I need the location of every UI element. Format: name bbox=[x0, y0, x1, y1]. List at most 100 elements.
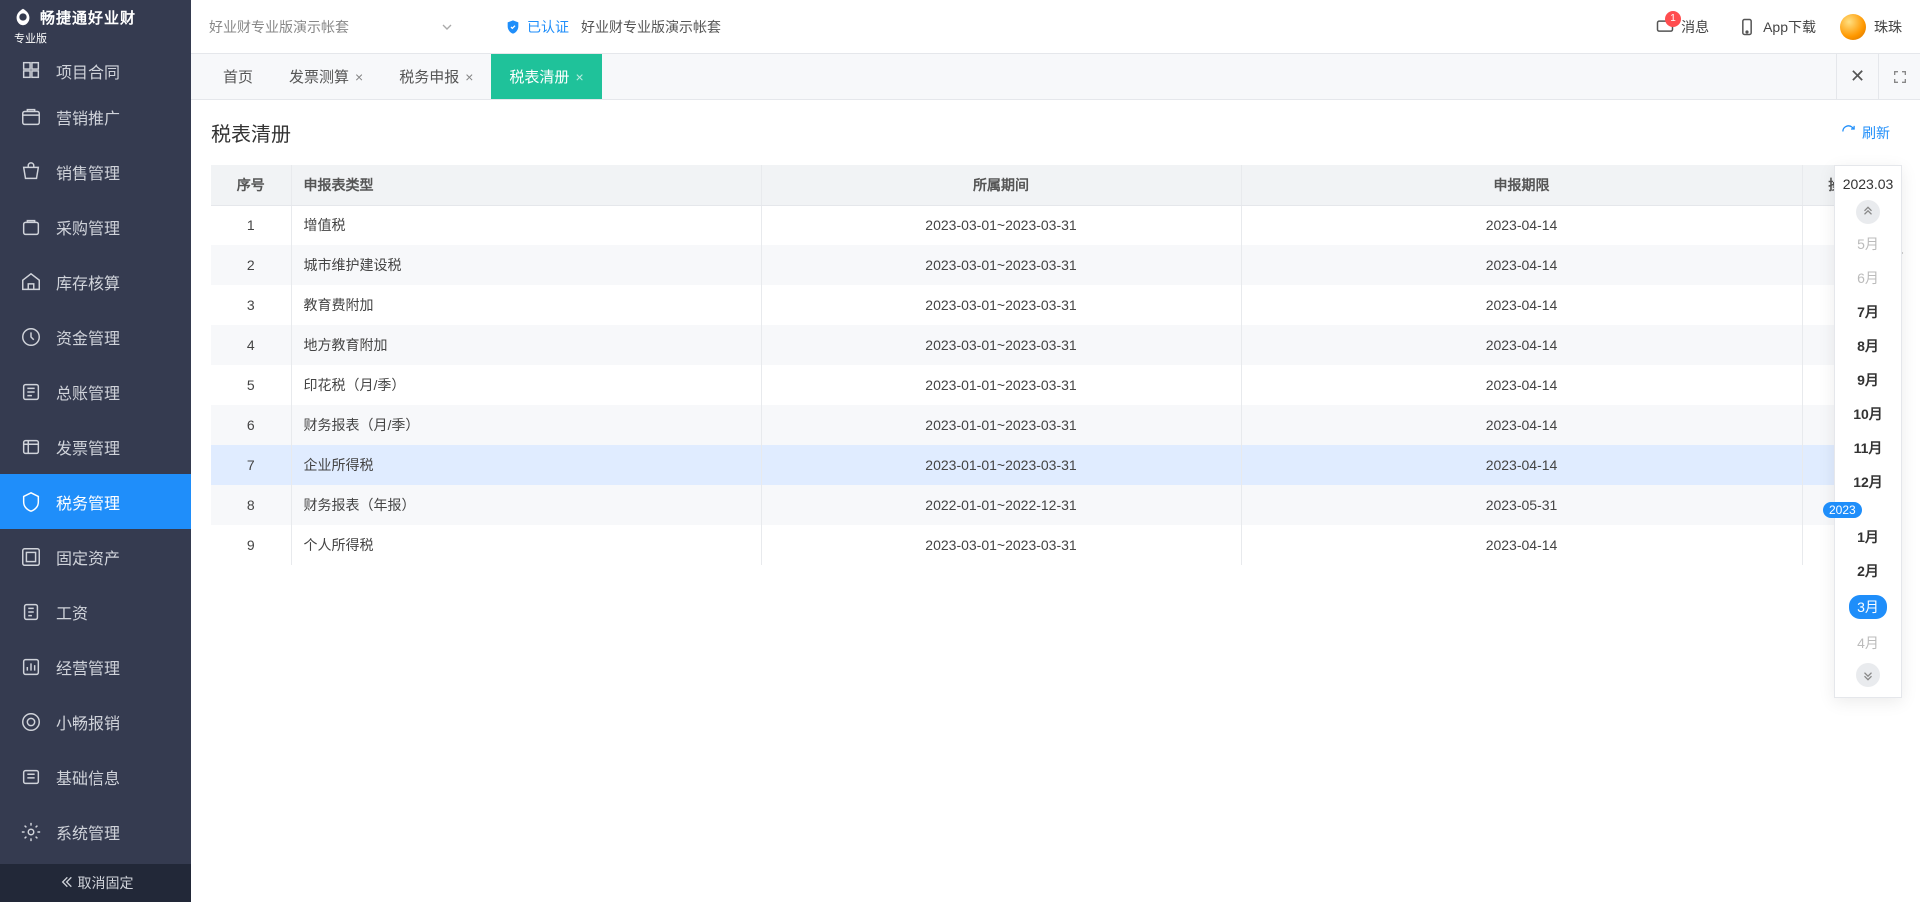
sidebar-item-8[interactable]: 税务管理 bbox=[0, 474, 191, 529]
month-item[interactable]: 4月 bbox=[1837, 629, 1899, 657]
cell-seq: 5 bbox=[211, 365, 291, 405]
nav-icon bbox=[20, 216, 42, 238]
sidebar-item-11[interactable]: 经营管理 bbox=[0, 639, 191, 694]
month-item[interactable]: 10月 bbox=[1837, 400, 1899, 428]
cell-due: 2023-04-14 bbox=[1241, 205, 1802, 245]
cell-due: 2023-04-14 bbox=[1241, 285, 1802, 325]
tab-close-icon[interactable]: × bbox=[575, 69, 583, 85]
tab-close-icon[interactable]: × bbox=[355, 69, 363, 85]
sidebar-item-0[interactable]: 项目合同 bbox=[0, 59, 191, 89]
sidebar-unpin-button[interactable]: 取消固定 bbox=[0, 864, 191, 902]
sidebar-item-9[interactable]: 固定资产 bbox=[0, 529, 191, 584]
table: 序号 申报表类型 所属期间 申报期限 操作 1增值税2023-03-01~202… bbox=[211, 165, 1882, 565]
month-item[interactable]: 2月 bbox=[1837, 557, 1899, 585]
cell-seq: 2 bbox=[211, 245, 291, 285]
month-scroll-up[interactable] bbox=[1856, 200, 1880, 224]
nav-icon bbox=[20, 711, 42, 733]
sidebar-item-5[interactable]: 资金管理 bbox=[0, 309, 191, 364]
month-item[interactable]: 8月 bbox=[1837, 332, 1899, 360]
sidebar-item-1[interactable]: 营销推广 bbox=[0, 89, 191, 144]
cell-type: 教育费附加 bbox=[291, 285, 761, 325]
table-header-row: 序号 申报表类型 所属期间 申报期限 操作 bbox=[211, 165, 1882, 205]
sidebar-item-label: 总账管理 bbox=[56, 380, 120, 404]
sidebar: 畅捷通好业财 专业版 项目合同营销推广销售管理采购管理库存核算资金管理总账管理发… bbox=[0, 0, 191, 902]
table-row[interactable]: 6财务报表（月/季）2023-01-01~2023-03-312023-04-1… bbox=[211, 405, 1882, 445]
month-scroll-down[interactable] bbox=[1856, 663, 1880, 687]
table-row[interactable]: 5印花税（月/季）2023-01-01~2023-03-312023-04-14 bbox=[211, 365, 1882, 405]
month-item[interactable]: 3月 bbox=[1837, 591, 1899, 623]
cell-period: 2023-03-01~2023-03-31 bbox=[761, 285, 1241, 325]
tab-2[interactable]: 税务申报× bbox=[381, 54, 491, 99]
month-item[interactable]: 5月 bbox=[1837, 230, 1899, 258]
month-item[interactable]: 1月 bbox=[1837, 523, 1899, 551]
cell-seq: 7 bbox=[211, 445, 291, 485]
tab-0[interactable]: 首页 bbox=[205, 54, 271, 99]
tab-1[interactable]: 发票测算× bbox=[271, 54, 381, 99]
tab-label: 首页 bbox=[223, 66, 253, 87]
sidebar-item-13[interactable]: 基础信息 bbox=[0, 749, 191, 804]
sidebar-item-label: 库存核算 bbox=[56, 270, 120, 294]
table-row[interactable]: 1增值税2023-03-01~2023-03-312023-04-14 bbox=[211, 205, 1882, 245]
table-row[interactable]: 3教育费附加2023-03-01~2023-03-312023-04-14 bbox=[211, 285, 1882, 325]
sidebar-item-6[interactable]: 总账管理 bbox=[0, 364, 191, 419]
unpin-icon bbox=[58, 874, 74, 893]
table-row[interactable]: 8财务报表（年报）2022-01-01~2022-12-312023-05-31 bbox=[211, 485, 1882, 525]
month-year-marker: 2023 bbox=[1823, 502, 1885, 517]
account-select-label: 好业财专业版演示帐套 bbox=[209, 17, 349, 37]
sidebar-item-7[interactable]: 发票管理 bbox=[0, 419, 191, 474]
month-item-label: 2月 bbox=[1857, 563, 1879, 579]
cell-due: 2023-04-14 bbox=[1241, 405, 1802, 445]
month-panel: 2023.03 5月6月7月8月9月10月11月12月20231月2月3月4月 bbox=[1834, 165, 1902, 698]
table-row[interactable]: 7企业所得税2023-01-01~2023-03-312023-04-14 bbox=[211, 445, 1882, 485]
cell-type: 印花税（月/季） bbox=[291, 365, 761, 405]
account-select[interactable]: 好业财专业版演示帐套 bbox=[209, 17, 455, 37]
tab-close-icon[interactable]: × bbox=[465, 69, 473, 85]
sidebar-item-label: 税务管理 bbox=[56, 490, 120, 514]
table-row[interactable]: 4地方教育附加2023-03-01~2023-03-312023-04-14 bbox=[211, 325, 1882, 365]
refresh-label: 刷新 bbox=[1862, 123, 1890, 143]
sidebar-item-2[interactable]: 销售管理 bbox=[0, 144, 191, 199]
month-item[interactable]: 12月 bbox=[1837, 468, 1899, 496]
month-item-label: 3月 bbox=[1849, 595, 1887, 619]
user-avatar[interactable] bbox=[1840, 14, 1866, 40]
logo-area: 畅捷通好业财 专业版 bbox=[0, 0, 191, 55]
table-row[interactable]: 2城市维护建设税2023-03-01~2023-03-312023-04-14 bbox=[211, 245, 1882, 285]
month-item-label: 8月 bbox=[1857, 338, 1879, 354]
nav-icon bbox=[20, 491, 42, 513]
tab-3[interactable]: 税表清册 × bbox=[491, 54, 601, 99]
tabs-close-button[interactable]: ✕ bbox=[1836, 54, 1878, 99]
tab-label: 税表清册 bbox=[509, 66, 569, 87]
sidebar-item-label: 基础信息 bbox=[56, 765, 120, 789]
user-name[interactable]: 珠珠 bbox=[1874, 17, 1902, 37]
download-button[interactable]: App下载 bbox=[1737, 17, 1816, 37]
month-item[interactable]: 6月 bbox=[1837, 264, 1899, 292]
sidebar-item-label: 营销推广 bbox=[56, 105, 120, 129]
month-item[interactable]: 7月 bbox=[1837, 298, 1899, 326]
month-item[interactable]: 9月 bbox=[1837, 366, 1899, 394]
nav-icon bbox=[20, 106, 42, 128]
refresh-icon bbox=[1841, 124, 1856, 142]
sidebar-item-10[interactable]: 工资 bbox=[0, 584, 191, 639]
sidebar-item-4[interactable]: 库存核算 bbox=[0, 254, 191, 309]
month-item[interactable]: 11月 bbox=[1837, 434, 1899, 462]
page-title: 税表清册 bbox=[211, 118, 291, 147]
cell-period: 2023-03-01~2023-03-31 bbox=[761, 245, 1241, 285]
table-row[interactable]: 9个人所得税2023-03-01~2023-03-312023-04-14 bbox=[211, 525, 1882, 565]
cell-period: 2023-01-01~2023-03-31 bbox=[761, 445, 1241, 485]
shield-icon bbox=[505, 19, 521, 35]
nav-icon bbox=[20, 656, 42, 678]
fullscreen-button[interactable] bbox=[1878, 54, 1920, 99]
messages-button[interactable]: 1 消息 bbox=[1655, 17, 1709, 37]
nav-icon bbox=[20, 766, 42, 788]
cell-due: 2023-04-14 bbox=[1241, 365, 1802, 405]
sidebar-item-14[interactable]: 系统管理 bbox=[0, 804, 191, 859]
sidebar-item-3[interactable]: 采购管理 bbox=[0, 199, 191, 254]
nav-icon bbox=[20, 601, 42, 623]
sidebar-item-label: 系统管理 bbox=[56, 820, 120, 844]
verified-badge: 已认证 bbox=[505, 17, 569, 37]
refresh-button[interactable]: 刷新 bbox=[1841, 123, 1890, 143]
sidebar-item-12[interactable]: 小畅报销 bbox=[0, 694, 191, 749]
cell-period: 2023-03-01~2023-03-31 bbox=[761, 325, 1241, 365]
topbar: 好业财专业版演示帐套 已认证 好业财专业版演示帐套 1 消息 App下载 珠珠 bbox=[191, 0, 1920, 54]
content: 税表清册 刷新 序号 申报表类型 所属期间 申报期限 操作 1增值税2023-0… bbox=[191, 100, 1920, 902]
